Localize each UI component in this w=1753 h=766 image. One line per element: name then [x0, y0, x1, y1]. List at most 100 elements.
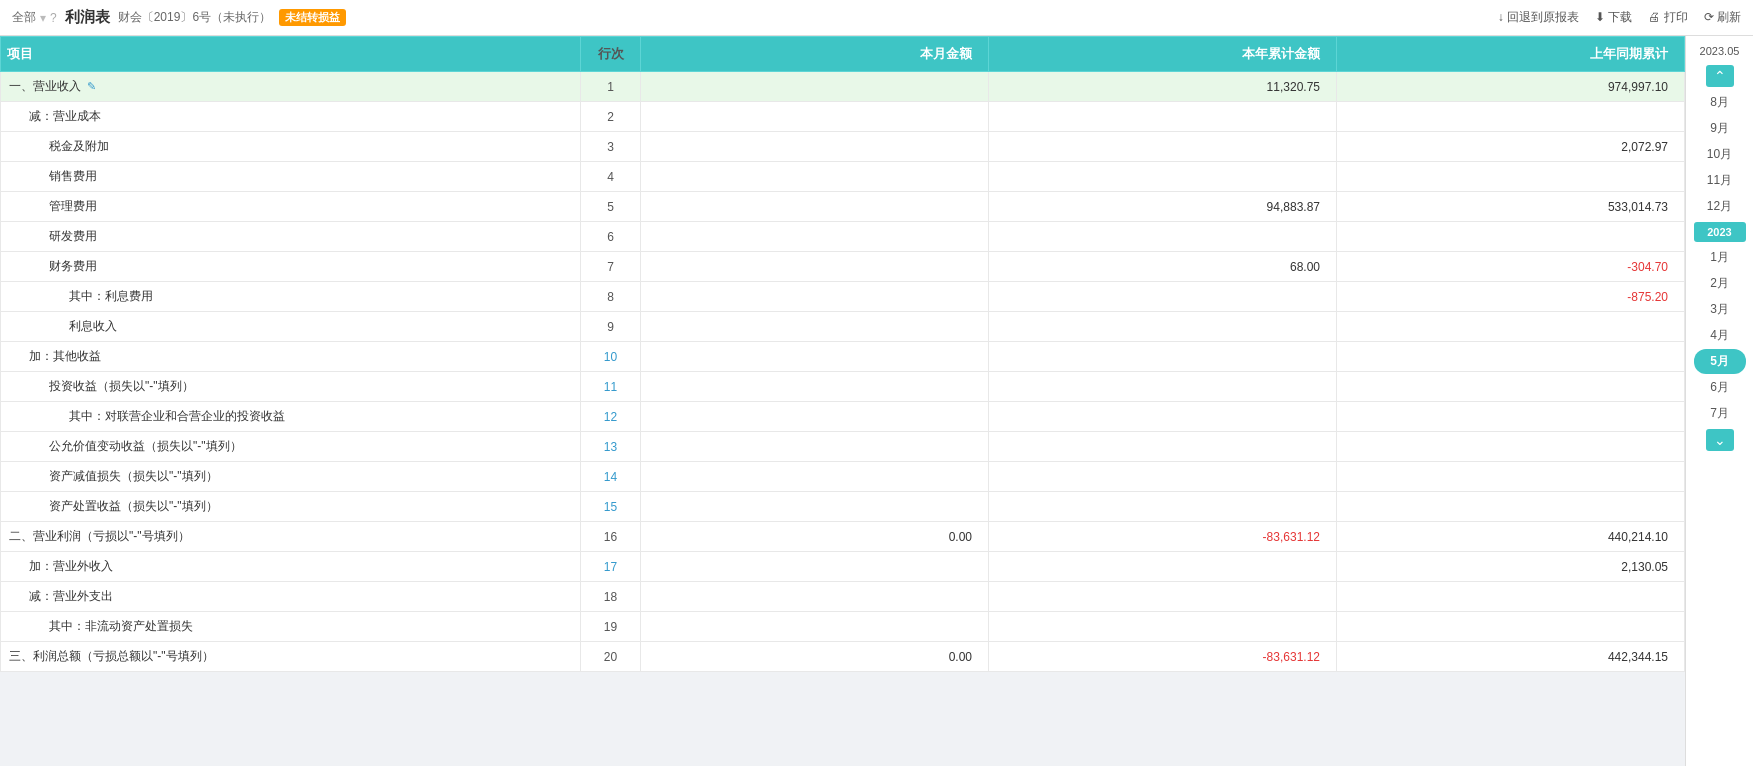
cell-lastyear-amount: 440,214.10: [1337, 522, 1685, 552]
cell-item: 减：营业成本: [1, 102, 581, 132]
table-row: 销售费用4: [1, 162, 1685, 192]
cell-rownum[interactable]: 15: [581, 492, 641, 522]
cell-lastyear-amount: [1337, 582, 1685, 612]
cell-rownum[interactable]: 14: [581, 462, 641, 492]
cell-month-amount: 0.00: [641, 522, 989, 552]
table-row: 资产减值损失（损失以"-"填列）14: [1, 462, 1685, 492]
cell-year-amount: -83,631.12: [989, 522, 1337, 552]
cell-lastyear-amount: -304.70: [1337, 252, 1685, 282]
cell-item: 管理费用: [1, 192, 581, 222]
cell-lastyear-amount: [1337, 102, 1685, 132]
cell-lastyear-amount: [1337, 312, 1685, 342]
cell-year-amount: [989, 492, 1337, 522]
table-row: 管理费用594,883.87533,014.73: [1, 192, 1685, 222]
cell-year-amount: [989, 552, 1337, 582]
month-item[interactable]: 11月: [1694, 168, 1746, 193]
month-item[interactable]: 8月: [1694, 90, 1746, 115]
table-row: 研发费用6: [1, 222, 1685, 252]
year-label: 2023: [1694, 222, 1746, 242]
back-btn[interactable]: ↓ 回退到原报表: [1498, 9, 1579, 26]
cell-month-amount: 0.00: [641, 642, 989, 672]
cell-item: 公允价值变动收益（损失以"-"填列）: [1, 432, 581, 462]
cell-lastyear-amount: 2,130.05: [1337, 552, 1685, 582]
refresh-btn[interactable]: ⟳ 刷新: [1704, 9, 1741, 26]
month-nav-down[interactable]: ⌄: [1706, 429, 1734, 451]
cell-rownum: 19: [581, 612, 641, 642]
month-item[interactable]: 4月: [1694, 323, 1746, 348]
month-nav-up[interactable]: ⌃: [1706, 65, 1734, 87]
month-item[interactable]: 2月: [1694, 271, 1746, 296]
cell-rownum: 9: [581, 312, 641, 342]
col-header-item: 项目: [1, 37, 581, 72]
cell-item: 税金及附加: [1, 132, 581, 162]
cell-item: 减：营业外支出: [1, 582, 581, 612]
cell-month-amount: [641, 372, 989, 402]
cell-rownum[interactable]: 13: [581, 432, 641, 462]
print-btn[interactable]: 🖨 打印: [1648, 9, 1687, 26]
cell-month-amount: [641, 612, 989, 642]
month-item[interactable]: 12月: [1694, 194, 1746, 219]
cell-year-amount: [989, 582, 1337, 612]
table-row: 利息收入9: [1, 312, 1685, 342]
cell-lastyear-amount: 2,072.97: [1337, 132, 1685, 162]
cell-rownum: 1: [581, 72, 641, 102]
month-item[interactable]: 10月: [1694, 142, 1746, 167]
cell-lastyear-amount: [1337, 462, 1685, 492]
status-badge: 未结转损益: [279, 9, 346, 26]
month-item[interactable]: 7月: [1694, 401, 1746, 426]
download-btn[interactable]: ⬇ 下载: [1595, 9, 1632, 26]
cell-month-amount: [641, 222, 989, 252]
cell-month-amount: [641, 462, 989, 492]
cell-month-amount: [641, 492, 989, 522]
table-row: 一、营业收入✎111,320.75974,997.10: [1, 72, 1685, 102]
cell-lastyear-amount: 533,014.73: [1337, 192, 1685, 222]
cell-lastyear-amount: [1337, 402, 1685, 432]
month-item[interactable]: 9月: [1694, 116, 1746, 141]
col-header-year: 本年累计金额: [989, 37, 1337, 72]
col-header-rownum: 行次: [581, 37, 641, 72]
top-bar: 全部 ▾ ? 利润表 财会〔2019〕6号（未执行） 未结转损益 ↓ 回退到原报…: [0, 0, 1753, 36]
profit-table: 项目 行次 本月金额 本年累计金额 上年同期累计 一、营业收入✎111,320.…: [0, 36, 1685, 672]
cell-month-amount: [641, 552, 989, 582]
table-row: 三、利润总额（亏损总额以"-"号填列）200.00-83,631.12442,3…: [1, 642, 1685, 672]
cell-item: 二、营业利润（亏损以"-"号填列）: [1, 522, 581, 552]
month-item[interactable]: 6月: [1694, 375, 1746, 400]
table-row: 财务费用768.00-304.70: [1, 252, 1685, 282]
cell-rownum[interactable]: 17: [581, 552, 641, 582]
table-row: 减：营业成本2: [1, 102, 1685, 132]
cell-item: 其中：对联营企业和合营企业的投资收益: [1, 402, 581, 432]
cell-year-amount: [989, 102, 1337, 132]
cell-year-amount: -83,631.12: [989, 642, 1337, 672]
cell-lastyear-amount: [1337, 612, 1685, 642]
help-icon[interactable]: ?: [50, 11, 57, 25]
cell-month-amount: [641, 402, 989, 432]
cell-year-amount: [989, 312, 1337, 342]
table-row: 资产处置收益（损失以"-"填列）15: [1, 492, 1685, 522]
month-item[interactable]: 3月: [1694, 297, 1746, 322]
cell-lastyear-amount: [1337, 162, 1685, 192]
cell-lastyear-amount: -875.20: [1337, 282, 1685, 312]
cell-year-amount: [989, 402, 1337, 432]
edit-icon[interactable]: ✎: [87, 80, 96, 92]
cell-month-amount: [641, 252, 989, 282]
cell-item: 投资收益（损失以"-"填列）: [1, 372, 581, 402]
month-item[interactable]: 1月: [1694, 245, 1746, 270]
cell-lastyear-amount: 974,997.10: [1337, 72, 1685, 102]
cell-rownum[interactable]: 12: [581, 402, 641, 432]
cell-item: 利息收入: [1, 312, 581, 342]
cell-rownum[interactable]: 11: [581, 372, 641, 402]
table-row: 投资收益（损失以"-"填列）11: [1, 372, 1685, 402]
cell-item: 一、营业收入✎: [1, 72, 581, 102]
breadcrumb-home[interactable]: 全部: [12, 9, 36, 26]
cell-item: 财务费用: [1, 252, 581, 282]
col-header-lastyear: 上年同期累计: [1337, 37, 1685, 72]
cell-rownum: 20: [581, 642, 641, 672]
cell-rownum[interactable]: 10: [581, 342, 641, 372]
cell-item: 加：营业外收入: [1, 552, 581, 582]
cell-year-amount: [989, 462, 1337, 492]
main-container: 项目 行次 本月金额 本年累计金额 上年同期累计 一、营业收入✎111,320.…: [0, 36, 1753, 766]
cell-item: 其中：利息费用: [1, 282, 581, 312]
cell-rownum: 7: [581, 252, 641, 282]
cell-lastyear-amount: [1337, 492, 1685, 522]
table-row: 其中：非流动资产处置损失19: [1, 612, 1685, 642]
